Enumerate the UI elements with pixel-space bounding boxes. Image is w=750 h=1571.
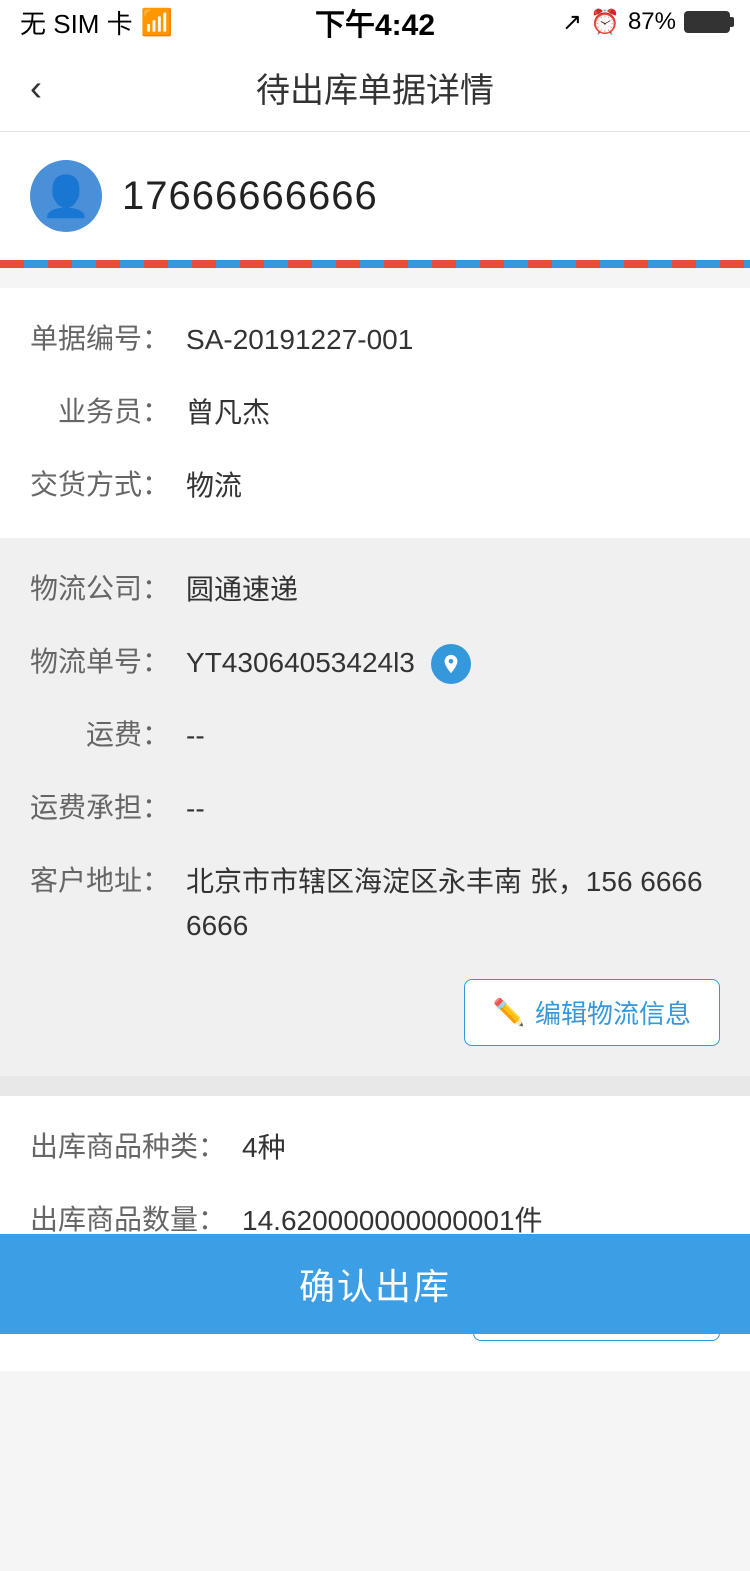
salesman-value: 曾凡杰: [186, 391, 720, 436]
order-no-value: SA-20191227-001: [186, 318, 720, 363]
order-no-row: 单据编号： SA-20191227-001: [30, 318, 720, 363]
freight-label: 运费：: [30, 714, 170, 756]
confirm-btn-label: 确认出库: [299, 1258, 451, 1310]
salesman-label: 业务员：: [30, 391, 170, 433]
address-value: 北京市市辖区海淀区永丰南 张，156 6666 6666: [186, 860, 720, 950]
delivery-row: 交货方式： 物流: [30, 464, 720, 509]
goods-type-row: 出库商品种类： 4种: [30, 1126, 720, 1171]
dashed-divider: [0, 260, 750, 268]
nav-bar: ‹ 待出库单据详情: [0, 44, 750, 132]
goods-type-label: 出库商品种类：: [30, 1126, 226, 1168]
address-label: 客户地址：: [30, 860, 170, 902]
tracking-no-label: 物流单号：: [30, 641, 170, 683]
tracking-no-value: YT43064053424l3: [186, 641, 720, 686]
salesman-row: 业务员： 曾凡杰: [30, 391, 720, 436]
tracking-location-button[interactable]: [431, 644, 471, 684]
goods-type-value: 4种: [242, 1126, 720, 1171]
location-arrow-icon: ↗: [562, 8, 582, 37]
logistics-company-row: 物流公司： 圆通速递: [30, 568, 720, 613]
logistics-section: 物流公司： 圆通速递 物流单号： YT43064053424l3 运费： -- …: [0, 538, 750, 1076]
status-time: 下午4:42: [315, 0, 435, 44]
freight-row: 运费： --: [30, 714, 720, 759]
delivery-value: 物流: [186, 464, 720, 509]
order-no-label: 单据编号：: [30, 318, 170, 360]
logistics-company-label: 物流公司：: [30, 568, 170, 610]
edit-btn-label: 编辑物流信息: [535, 994, 691, 1031]
freight-value: --: [186, 714, 720, 759]
customer-header: 👤 17666666666: [0, 132, 750, 260]
logistics-company-value: 圆通速递: [186, 568, 720, 613]
freight-bearer-row: 运费承担： --: [30, 787, 720, 832]
page-title: 待出库单据详情: [256, 63, 494, 112]
empty-space: [0, 1371, 750, 1571]
battery-icon: [684, 11, 730, 33]
wifi-icon: 📶: [141, 7, 173, 38]
delivery-label: 交货方式：: [30, 464, 170, 506]
edit-logistics-button[interactable]: ✏️ 编辑物流信息: [464, 979, 720, 1046]
customer-phone: 17666666666: [122, 174, 378, 219]
section-divider: [0, 1076, 750, 1096]
edit-btn-container: ✏️ 编辑物流信息: [30, 979, 720, 1046]
avatar-icon: 👤: [41, 173, 91, 220]
battery-percent: 87%: [628, 8, 676, 36]
status-bar: 无 SIM 卡 📶 下午4:42 ↗ ⏰ 87%: [0, 0, 750, 44]
status-left: 无 SIM 卡 📶: [20, 4, 173, 41]
avatar: 👤: [30, 160, 102, 232]
alarm-icon: ⏰: [590, 8, 620, 37]
back-button[interactable]: ‹: [30, 67, 42, 109]
status-right: ↗ ⏰ 87%: [562, 8, 730, 37]
tracking-no-row: 物流单号： YT43064053424l3: [30, 641, 720, 686]
address-row: 客户地址： 北京市市辖区海淀区永丰南 张，156 6666 6666: [30, 860, 720, 950]
freight-bearer-label: 运费承担：: [30, 787, 170, 829]
edit-icon: ✏️: [493, 997, 525, 1028]
order-info-section: 单据编号： SA-20191227-001 业务员： 曾凡杰 交货方式： 物流: [0, 288, 750, 538]
confirm-button[interactable]: 确认出库: [0, 1234, 750, 1334]
location-pin-icon: [440, 653, 462, 675]
carrier-label: 无 SIM 卡: [20, 4, 133, 41]
tracking-no-text: YT43064053424l3: [186, 641, 415, 686]
freight-bearer-value: --: [186, 787, 720, 832]
